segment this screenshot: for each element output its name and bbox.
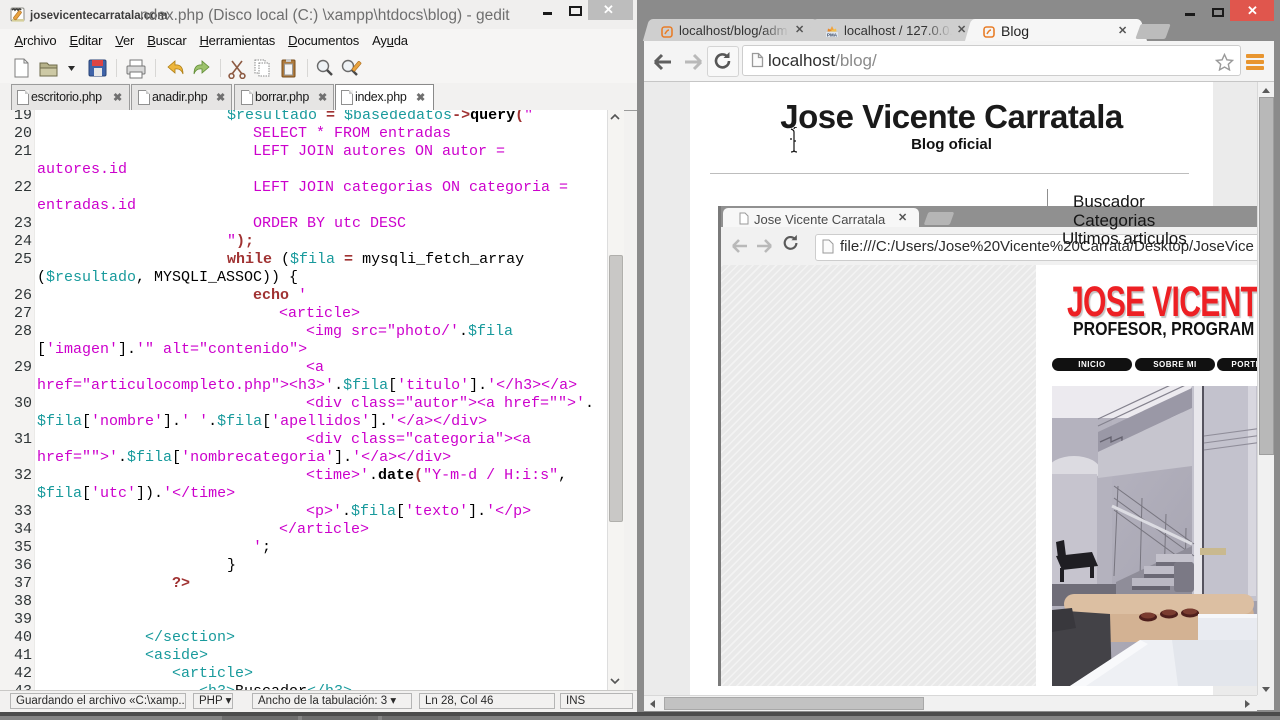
svg-text:PMA: PMA xyxy=(827,33,838,38)
